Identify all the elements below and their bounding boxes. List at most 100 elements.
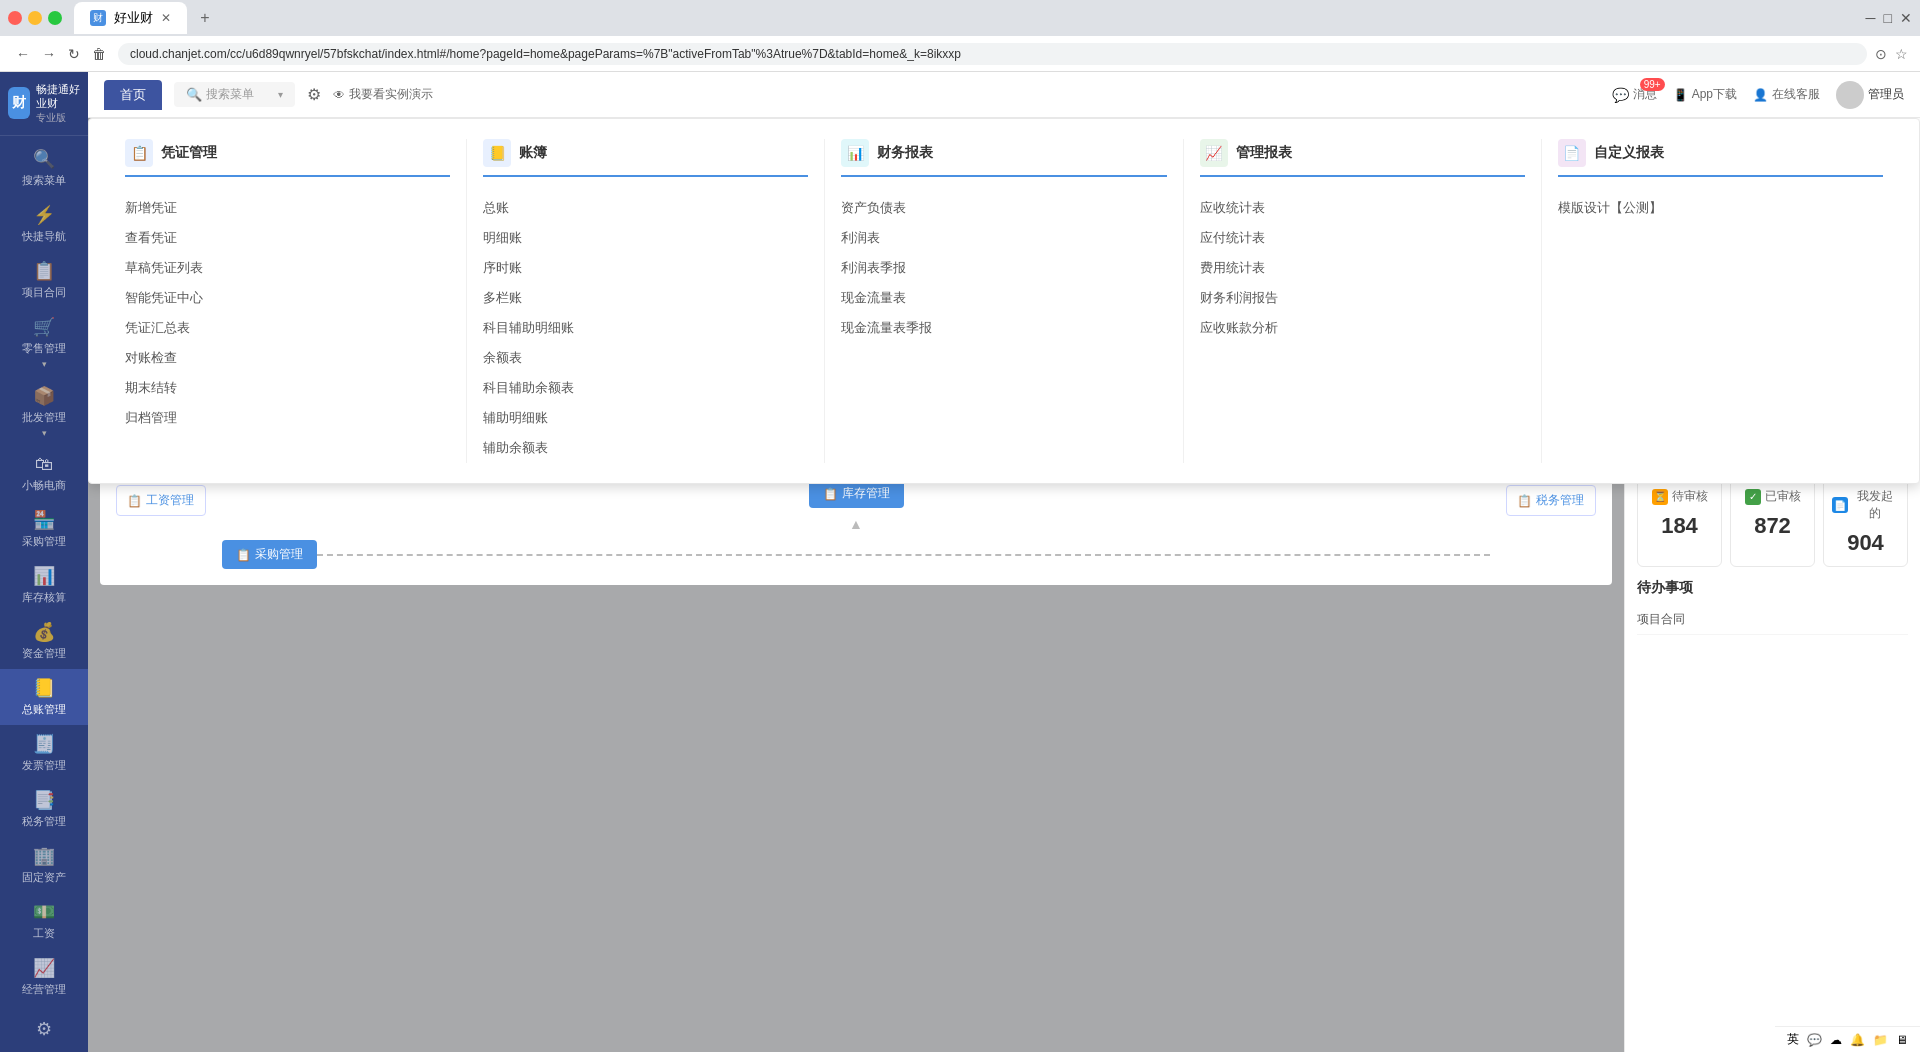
menu-item-general-ledger[interactable]: 总账 [483, 193, 808, 223]
sidebar-item-inventory[interactable]: 📊 库存核算 [0, 557, 88, 613]
header-settings-icon[interactable]: ⚙ [307, 85, 321, 104]
home-tab[interactable]: 首页 [104, 80, 162, 110]
demo-btn[interactable]: 👁 我要看实例演示 [333, 86, 433, 103]
menu-item-income-quarterly[interactable]: 利润表季报 [841, 253, 1166, 283]
sidebar-item-label: 库存核算 [22, 590, 66, 605]
menu-item-aux-balance[interactable]: 辅助余额表 [483, 433, 808, 463]
menu-item-aux-detail[interactable]: 辅助明细账 [483, 403, 808, 433]
delete-btn[interactable]: 🗑 [88, 44, 110, 64]
sidebar-item-operation[interactable]: 📈 经营管理 [0, 949, 88, 1005]
menu-search[interactable]: 🔍 搜索菜单 ▾ [174, 82, 295, 107]
user-area[interactable]: 管理员 [1836, 81, 1904, 109]
menu-item-add-voucher[interactable]: 新增凭证 [125, 193, 450, 223]
sidebar-item-quicknav[interactable]: ⚡ 快捷导航 [0, 196, 88, 252]
sidebar-item-ecommerce[interactable]: 🛍 小畅电商 [0, 446, 88, 501]
sidebar-item-invoice[interactable]: 🧾 发票管理 [0, 725, 88, 781]
search-icon: 🔍 [33, 148, 55, 170]
tab-close-btn[interactable]: ✕ [161, 11, 171, 25]
menu-item-smart-voucher[interactable]: 智能凭证中心 [125, 283, 450, 313]
fc-node-purchase[interactable]: 📋 采购管理 [222, 540, 317, 569]
forward-btn[interactable]: → [38, 44, 60, 64]
address-input[interactable] [118, 43, 1867, 65]
sidebar-item-label: 批发管理 [22, 410, 66, 425]
project-icon: 📋 [33, 260, 55, 282]
username: 管理员 [1868, 86, 1904, 103]
message-btn[interactable]: 💬 消息 99+ [1612, 86, 1657, 103]
notification-icon[interactable]: 🔔 [1850, 1033, 1865, 1047]
menu-item-balance-sheet[interactable]: 资产负债表 [841, 193, 1166, 223]
minimize-btn[interactable]: ─ [1866, 10, 1876, 26]
tab-favicon: 财 [90, 10, 106, 26]
approval-card-approved[interactable]: ✓ 已审核 872 [1730, 477, 1815, 567]
main-content: 首页 🔍 搜索菜单 ▾ ⚙ 👁 我要看实例演示 💬 消息 99+ 📱 App [88, 72, 1920, 1052]
win-max-btn[interactable] [48, 11, 62, 25]
online-service-btn[interactable]: 👤 在线客服 [1753, 86, 1820, 103]
menu-item-subject-detail[interactable]: 科目辅助明细账 [483, 313, 808, 343]
initiated-count: 904 [1832, 530, 1899, 556]
menu-item-view-voucher[interactable]: 查看凭证 [125, 223, 450, 253]
approval-card-pending[interactable]: ⏳ 待审核 184 [1637, 477, 1722, 567]
lang-btn[interactable]: 英 [1787, 1031, 1799, 1048]
sidebar-item-tax[interactable]: 📑 税务管理 [0, 781, 88, 837]
app-download-btn[interactable]: 📱 App下载 [1673, 86, 1737, 103]
pending-label: 待审核 [1672, 488, 1708, 505]
approval-card-initiated[interactable]: 📄 我发起的 904 [1823, 477, 1908, 567]
addr-icons: ⊙ ☆ [1875, 46, 1908, 62]
sidebar-item-account[interactable]: 📒 总账管理 [0, 669, 88, 725]
logo-icon: 财 [8, 87, 30, 119]
menu-item-cashflow-quarterly[interactable]: 现金流量表季报 [841, 313, 1166, 343]
menu-item-template-design[interactable]: 模版设计【公测】 [1558, 193, 1883, 223]
menu-section-title-ledger: 📒 账簿 [483, 139, 808, 177]
sidebar-item-project[interactable]: 📋 项目合同 [0, 252, 88, 308]
menu-item-ar-stats[interactable]: 应收统计表 [1200, 193, 1525, 223]
active-tab[interactable]: 财 好业财 ✕ [74, 2, 187, 34]
menu-item-draft-voucher[interactable]: 草稿凭证列表 [125, 253, 450, 283]
menu-item-archive[interactable]: 归档管理 [125, 403, 450, 433]
win-close-btn[interactable] [8, 11, 22, 25]
settings-btn[interactable]: ⚙ [32, 1014, 56, 1044]
menu-item-chrono-ledger[interactable]: 序时账 [483, 253, 808, 283]
todo-label-project: 项目合同 [1637, 611, 1685, 628]
menu-item-expense-stats[interactable]: 费用统计表 [1200, 253, 1525, 283]
menu-section-title-fin-report: 📊 财务报表 [841, 139, 1166, 177]
salary-icon: 💵 [33, 901, 55, 923]
menu-item-fin-profit-report[interactable]: 财务利润报告 [1200, 283, 1525, 313]
fc-icon: 📋 [1517, 494, 1532, 508]
folder-icon[interactable]: 📁 [1873, 1033, 1888, 1047]
sidebar-item-label: 发票管理 [22, 758, 66, 773]
fc-node-salary[interactable]: 📋 工资管理 [116, 485, 206, 516]
menu-item-ar-analysis[interactable]: 应收账款分析 [1200, 313, 1525, 343]
sidebar-item-wholesale[interactable]: 📦 批发管理 ▾ [0, 377, 88, 446]
menu-item-balance-table[interactable]: 余额表 [483, 343, 808, 373]
menu-item-income-stmt[interactable]: 利润表 [841, 223, 1166, 253]
sidebar-item-fixed[interactable]: 🏢 固定资产 [0, 837, 88, 893]
menu-item-multi-ledger[interactable]: 多栏账 [483, 283, 808, 313]
menu-item-subject-balance[interactable]: 科目辅助余额表 [483, 373, 808, 403]
bookmark-icon[interactable]: ☆ [1895, 46, 1908, 62]
sidebar-item-purchase[interactable]: 🏪 采购管理 [0, 501, 88, 557]
sidebar-item-finance[interactable]: 💰 资金管理 [0, 613, 88, 669]
sidebar-item-search[interactable]: 🔍 搜索菜单 [0, 140, 88, 196]
sidebar-item-salary[interactable]: 💵 工资 [0, 893, 88, 949]
menu-item-ap-stats[interactable]: 应付统计表 [1200, 223, 1525, 253]
new-tab-btn[interactable]: + [191, 4, 219, 32]
sidebar-item-retail[interactable]: 🛒 零售管理 ▾ [0, 308, 88, 377]
cloud-icon[interactable]: ☁ [1830, 1033, 1842, 1047]
close-btn[interactable]: ✕ [1900, 10, 1912, 26]
menu-item-detail-ledger[interactable]: 明细账 [483, 223, 808, 253]
fc-node-tax-mgmt[interactable]: 📋 税务管理 [1506, 485, 1596, 516]
menu-item-cashflow[interactable]: 现金流量表 [841, 283, 1166, 313]
approval-cards: ⏳ 待审核 184 ✓ 已审核 872 [1637, 477, 1908, 567]
win-min-btn[interactable] [28, 11, 42, 25]
custom-report-title: 自定义报表 [1594, 144, 1664, 162]
back-btn[interactable]: ← [12, 44, 34, 64]
sidebar: 财 畅捷通好业财 专业版 🔍 搜索菜单 ⚡ 快捷导航 📋 项目合同 🛒 零售管理 [0, 72, 88, 1052]
restore-btn[interactable]: □ [1884, 10, 1892, 26]
monitor-icon[interactable]: 🖥 [1896, 1033, 1908, 1047]
menu-item-period-end[interactable]: 期末结转 [125, 373, 450, 403]
menu-item-voucher-summary[interactable]: 凭证汇总表 [125, 313, 450, 343]
reload-btn[interactable]: ↻ [64, 44, 84, 64]
menu-item-reconcile[interactable]: 对账检查 [125, 343, 450, 373]
sidebar-item-label: 项目合同 [22, 285, 66, 300]
chat-icon[interactable]: 💬 [1807, 1033, 1822, 1047]
